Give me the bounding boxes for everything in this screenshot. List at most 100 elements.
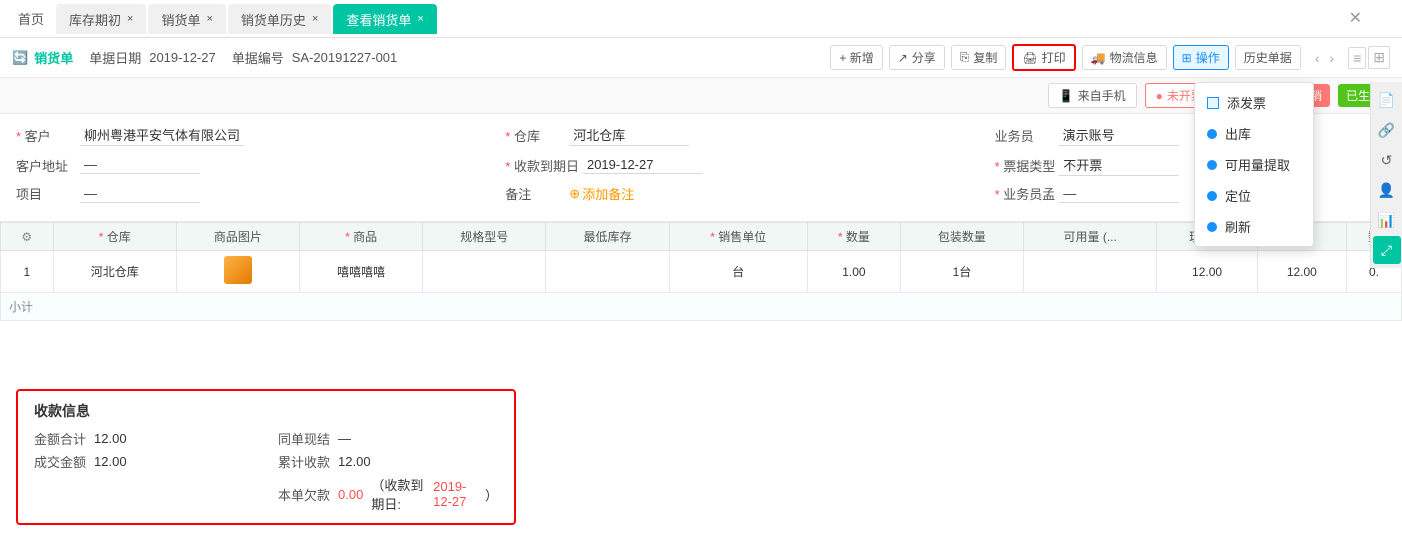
row-qty: 1.00 [807, 251, 900, 293]
history-button[interactable]: 历史单据 [1235, 45, 1301, 70]
customer-label: 客户 [16, 126, 76, 145]
col-available: 可用量 (... [1024, 223, 1157, 251]
doc-title-text: 销货单 [34, 48, 73, 67]
project-field: 项目 — [16, 184, 505, 203]
sidebar-link-icon[interactable]: 🔗 [1373, 116, 1401, 144]
row-pack-qty: 1台 [900, 251, 1023, 293]
same-order-label: 同单现结 [278, 429, 330, 448]
overdue-note: （收款到期日: [371, 475, 425, 513]
next-arrow[interactable]: › [1325, 48, 1338, 68]
customer-value[interactable]: 柳州粤港平安气体有限公司 [80, 124, 244, 146]
total-amount: 金额合计 12.00 [34, 429, 254, 448]
sidebar-refresh-icon[interactable]: ↺ [1373, 146, 1401, 174]
total-label: 金额合计 [34, 429, 86, 448]
copy-icon: ⎘ [960, 50, 970, 65]
prev-arrow[interactable]: ‹ [1311, 48, 1324, 68]
doc-icon: 🔄 [12, 50, 28, 66]
payment-date-label: 收款到期日 [505, 156, 579, 175]
doc-meta: 单据日期 2019-12-27 单据编号 SA-20191227-001 [89, 48, 397, 67]
cumulative: 累计收款 12.00 [278, 452, 498, 471]
tab-inventory-init[interactable]: 库存期初 × [56, 4, 146, 34]
grid-view-btn[interactable]: ⊞ [1368, 46, 1390, 69]
dropdown-locate[interactable]: 定位 [1195, 180, 1313, 211]
phone-icon: 📱 [1059, 89, 1074, 103]
table-body: 1 河北仓库 嘻嘻嘻嘻 台 1.00 1台 12.00 12.00 [1, 251, 1402, 321]
doc-header: 🔄 销货单 单据日期 2019-12-27 单据编号 SA-20191227-0… [0, 38, 1402, 78]
warehouse-value[interactable]: 河北仓库 [569, 124, 689, 146]
tab-close-sales[interactable]: × [206, 13, 212, 25]
subtotal-label: 小计 [1, 293, 1402, 321]
sidebar-chart-icon[interactable]: 📊 [1373, 206, 1401, 234]
address-field: 客户地址 — [16, 156, 505, 175]
print-button[interactable]: 🖨 打印 [1012, 44, 1075, 71]
add-note-btn[interactable]: ⊕ 添加备注 [569, 184, 634, 203]
payment-title: 收款信息 [34, 401, 498, 421]
col-settings[interactable]: ⚙ [1, 223, 54, 251]
staff2-value[interactable]: — [1059, 185, 1179, 203]
copy-button[interactable]: ⎘ 复制 [951, 45, 1007, 70]
dropdown-available[interactable]: 可用量提取 [1195, 149, 1313, 180]
col-pack-qty: 包装数量 [900, 223, 1023, 251]
project-value[interactable]: — [80, 185, 200, 203]
available-label: 可用量提取 [1225, 155, 1290, 174]
payment-date-value[interactable]: 2019-12-27 [583, 156, 703, 174]
form-area: 客户 柳州粤港平安气体有限公司 仓库 河北仓库 业务员 演示账号 客户地址 — [0, 114, 1402, 222]
deal-amount: 成交金额 12.00 [34, 452, 254, 471]
dropdown-refresh[interactable]: 刷新 [1195, 211, 1313, 242]
dropdown-add-invoice[interactable]: 添发票 [1195, 87, 1313, 118]
tab-close-view[interactable]: × [417, 13, 423, 25]
logistics-button[interactable]: 🚚 物流信息 [1082, 45, 1167, 70]
tab-sales-order[interactable]: 销货单 × [148, 4, 225, 34]
grid-icon: ⊞ [1182, 51, 1192, 65]
same-order-value: — [338, 431, 351, 446]
row-stock: 12.00 [1157, 251, 1257, 293]
row-spec [423, 251, 546, 293]
invoice-icon [1207, 97, 1219, 109]
address-value[interactable]: — [80, 156, 200, 174]
tab-view-sales[interactable]: 查看销货单 × [333, 4, 436, 34]
tab-sales-history[interactable]: 销货单历史 × [228, 4, 331, 34]
payment-grid: 金额合计 12.00 同单现结 — 成交金额 12.00 累计收款 12.00 … [34, 429, 498, 513]
operation-button[interactable]: ⊞ 操作 [1173, 45, 1229, 70]
cumulative-label: 累计收款 [278, 452, 330, 471]
tab-close-history[interactable]: × [312, 13, 318, 25]
right-sidebar: 📄 🔗 ↺ 👤 📊 ⤢ [1370, 82, 1402, 268]
new-button[interactable]: + 新增 [830, 45, 882, 70]
form-row-2: 客户地址 — 收款到期日 2019-12-27 票据类型 不开票 [16, 154, 1386, 176]
same-order: 同单现结 — [278, 429, 498, 448]
date-label: 单据日期 2019-12-27 [89, 48, 216, 67]
from-phone-btn[interactable]: 📱 来自手机 [1048, 83, 1137, 108]
number-label: 单据编号 SA-20191227-001 [232, 48, 398, 67]
tab-home[interactable]: 首页 [8, 9, 54, 28]
share-button[interactable]: ↗ 分享 [889, 45, 945, 70]
toolbar-row: 📱 来自手机 ● 未开票 ✓ 已 已核销 已生效 [0, 78, 1402, 114]
staff-value[interactable]: 演示账号 [1059, 124, 1179, 146]
ticket-value[interactable]: 不开票 [1059, 154, 1179, 176]
operation-dropdown: 添发票 出库 可用量提取 定位 刷新 [1194, 82, 1314, 247]
close-btn[interactable]: ✕ [1349, 8, 1362, 28]
locate-icon [1207, 191, 1217, 201]
sidebar-expand-icon[interactable]: ⤢ [1373, 236, 1401, 264]
table-row: 1 河北仓库 嘻嘻嘻嘻 台 1.00 1台 12.00 12.00 [1, 251, 1402, 293]
overdue-label: 本单欠款 [278, 485, 330, 504]
tab-close-inventory[interactable]: × [127, 13, 133, 25]
list-view-btn[interactable]: ≡ [1348, 47, 1366, 69]
form-row-3: 项目 — 备注 ⊕ 添加备注 业务员孟 — [16, 184, 1386, 203]
tab-bar: 首页 库存期初 × 销货单 × 销货单历史 × 查看销货单 × ✕ [0, 0, 1402, 38]
doc-actions: + 新增 ↗ 分享 ⎘ 复制 🖨 打印 🚚 物流信息 [830, 44, 1390, 71]
row-product[interactable]: 嘻嘻嘻嘻 [299, 251, 422, 293]
col-spec: 规格型号 [423, 223, 546, 251]
row-warehouse: 河北仓库 [53, 251, 176, 293]
dropdown-ship[interactable]: 出库 [1195, 118, 1313, 149]
col-image: 商品图片 [176, 223, 299, 251]
address-label: 客户地址 [16, 156, 76, 175]
row-image [176, 251, 299, 293]
sidebar-user-icon[interactable]: 👤 [1373, 176, 1401, 204]
plus-icon: ⊕ [569, 186, 580, 202]
payment-date-field: 收款到期日 2019-12-27 [505, 156, 994, 175]
sidebar-doc-icon[interactable]: 📄 [1373, 86, 1401, 114]
col-min-stock: 最低库存 [546, 223, 669, 251]
row-min-stock [546, 251, 669, 293]
doc-title-area: 🔄 销货单 [12, 48, 73, 67]
dot-icon: ● [1156, 89, 1163, 103]
